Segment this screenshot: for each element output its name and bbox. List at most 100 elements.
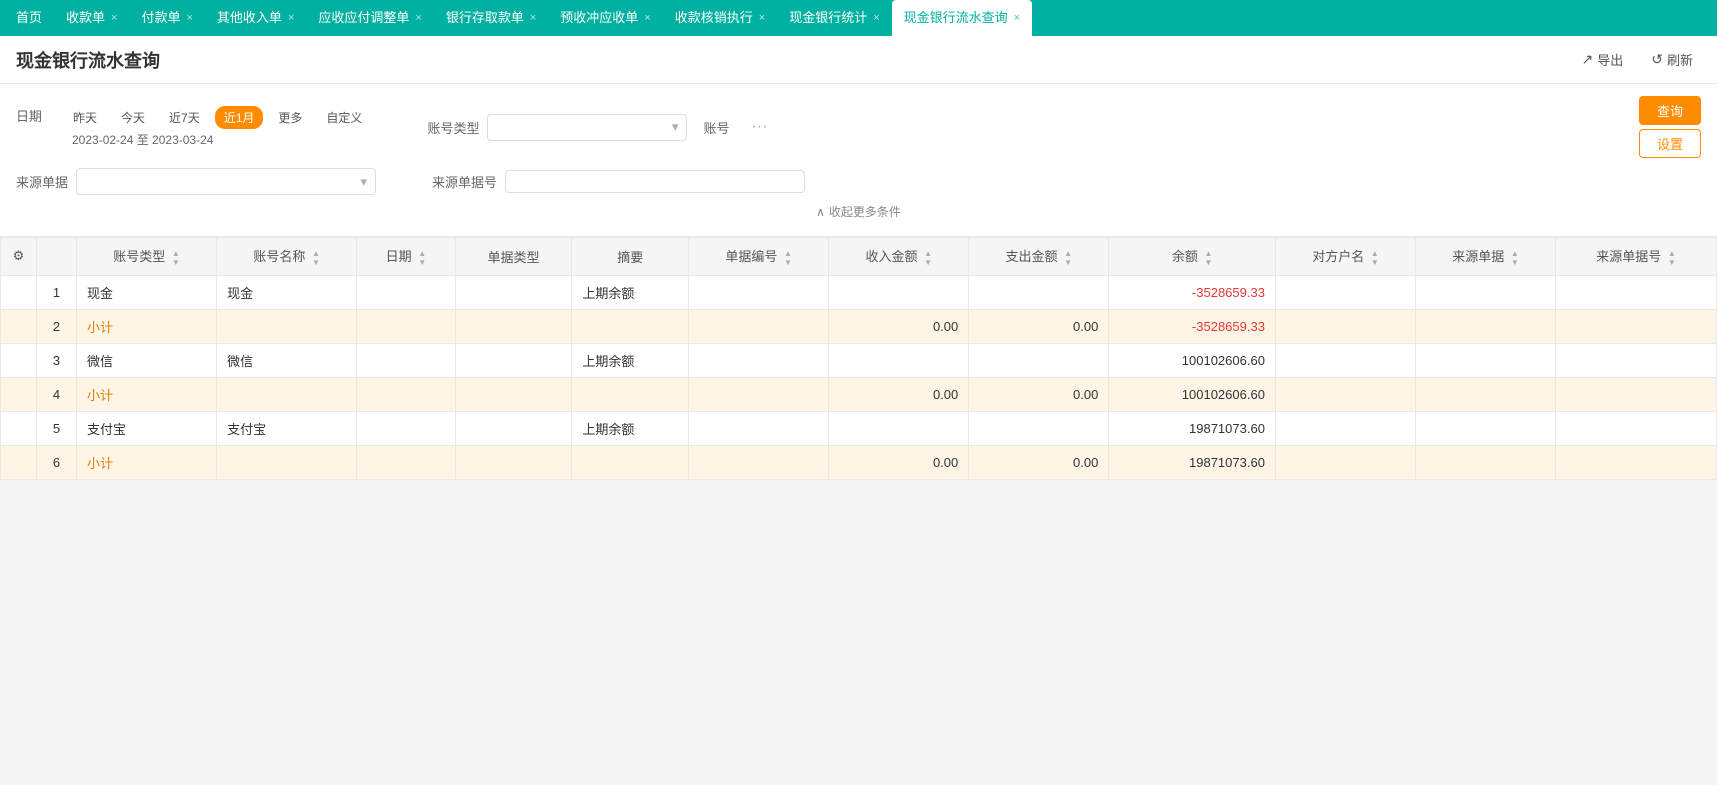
source-doc-select[interactable]: ▾: [76, 168, 376, 195]
col-summary: 摘要: [572, 238, 689, 276]
cell-date: [357, 377, 455, 411]
date-yesterday[interactable]: 昨天: [64, 106, 106, 129]
close-icon[interactable]: ×: [415, 0, 421, 36]
collapse-up-icon: ∧: [816, 205, 825, 219]
account-more-button[interactable]: ···: [751, 118, 767, 136]
col-doc-no[interactable]: 单据编号 ▲▼: [689, 238, 829, 276]
cell-doc-type: [455, 377, 572, 411]
date-1month[interactable]: 近1月: [215, 106, 264, 129]
cell-doc-no: [689, 343, 829, 377]
cell-account-name: [217, 377, 357, 411]
date-today[interactable]: 今天: [112, 106, 154, 129]
row-gear: [1, 343, 37, 377]
cell-source-doc-no: [1556, 377, 1717, 411]
close-icon[interactable]: ×: [759, 0, 765, 36]
col-income[interactable]: 收入金额 ▲▼: [829, 238, 969, 276]
cell-balance: 19871073.60: [1109, 411, 1276, 445]
nav-home[interactable]: 首页: [4, 0, 54, 36]
page-title: 现金银行流水查询: [16, 47, 160, 73]
row-index: 6: [37, 445, 77, 479]
cell-source-doc: [1416, 343, 1556, 377]
cell-account-name: 支付宝: [217, 411, 357, 445]
close-icon[interactable]: ×: [111, 0, 117, 36]
close-icon[interactable]: ×: [288, 0, 294, 36]
gear-icon: ⚙: [13, 248, 25, 263]
row-gear: [1, 445, 37, 479]
export-icon: ↗: [1582, 51, 1594, 68]
cell-source-doc-no: [1556, 309, 1717, 343]
cell-account-name: 现金: [217, 275, 357, 309]
refresh-button[interactable]: ↺ 刷新: [1643, 46, 1701, 73]
account-filter: 账号 ···: [703, 118, 767, 137]
col-date[interactable]: 日期 ▲▼: [357, 238, 455, 276]
export-button[interactable]: ↗ 导出: [1574, 46, 1632, 73]
source-doc-no-label: 来源单据号: [432, 172, 497, 191]
nav-payment[interactable]: 付款单 ×: [129, 0, 204, 36]
close-icon[interactable]: ×: [1014, 0, 1020, 36]
source-doc-label: 来源单据: [16, 172, 68, 191]
close-icon[interactable]: ×: [873, 0, 879, 36]
source-doc-no-input[interactable]: [505, 170, 805, 193]
account-type-filter: 账号类型 ▾: [427, 114, 687, 141]
cell-account-name: [217, 309, 357, 343]
nav-flow-query[interactable]: 现金银行流水查询 ×: [892, 0, 1032, 36]
cell-income: 0.00: [829, 445, 969, 479]
date-range-display: 2023-02-24 至 2023-03-24: [72, 131, 371, 148]
row-index: 2: [37, 309, 77, 343]
col-source-doc[interactable]: 来源单据 ▲▼: [1416, 238, 1556, 276]
filter-row-2: 来源单据 ▾ 来源单据号: [16, 168, 1701, 195]
account-type-select[interactable]: ▾: [487, 114, 687, 141]
nav-verify[interactable]: 收款核销执行 ×: [663, 0, 777, 36]
close-icon[interactable]: ×: [186, 0, 192, 36]
col-counterpart[interactable]: 对方户名 ▲▼: [1275, 238, 1415, 276]
nav-other-income[interactable]: 其他收入单 ×: [205, 0, 306, 36]
cell-date: [357, 445, 455, 479]
table-row: 2 小计 0.00 0.00 -3528659.33: [1, 309, 1717, 343]
col-source-doc-no[interactable]: 来源单据号 ▲▼: [1556, 238, 1717, 276]
cell-account-type: 小计: [77, 309, 217, 343]
cell-summary: [572, 445, 689, 479]
cell-expense: 0.00: [969, 377, 1109, 411]
nav-bank[interactable]: 银行存取款单 ×: [434, 0, 548, 36]
cell-doc-no: [689, 411, 829, 445]
cell-doc-type: [455, 343, 572, 377]
date-more[interactable]: 更多: [269, 106, 311, 129]
page-header: 现金银行流水查询 ↗ 导出 ↺ 刷新: [0, 36, 1717, 84]
cell-source-doc: [1416, 309, 1556, 343]
cell-source-doc: [1416, 377, 1556, 411]
cell-account-name: 微信: [217, 343, 357, 377]
nav-receipt[interactable]: 收款单 ×: [54, 0, 129, 36]
cell-income: [829, 343, 969, 377]
nav-pre-collection[interactable]: 预收冲应收单 ×: [548, 0, 662, 36]
settings-button[interactable]: 设置: [1639, 129, 1701, 158]
col-gear[interactable]: ⚙: [1, 238, 37, 276]
query-button[interactable]: 查询: [1639, 96, 1701, 125]
nav-stats[interactable]: 现金银行统计 ×: [777, 0, 891, 36]
close-icon[interactable]: ×: [644, 0, 650, 36]
cell-expense: [969, 411, 1109, 445]
sort-icon: ▲▼: [312, 249, 320, 267]
cell-doc-no: [689, 309, 829, 343]
cell-doc-type: [455, 445, 572, 479]
cell-source-doc-no: [1556, 411, 1717, 445]
cell-counterpart: [1275, 343, 1415, 377]
nav-adjust[interactable]: 应收应付调整单 ×: [306, 0, 433, 36]
cell-source-doc-no: [1556, 343, 1717, 377]
table-header-row: ⚙ 账号类型 ▲▼ 账号名称 ▲▼ 日期 ▲▼ 单据类型: [1, 238, 1717, 276]
date-custom[interactable]: 自定义: [317, 106, 371, 129]
row-gear: [1, 309, 37, 343]
cell-expense: 0.00: [969, 309, 1109, 343]
collapse-bar[interactable]: ∧ 收起更多条件: [16, 199, 1701, 224]
col-account-name[interactable]: 账号名称 ▲▼: [217, 238, 357, 276]
cell-balance: 100102606.60: [1109, 377, 1276, 411]
sort-icon: ▲▼: [1205, 249, 1213, 267]
sort-icon: ▲▼: [784, 249, 792, 267]
date-7days[interactable]: 近7天: [160, 106, 209, 129]
cell-counterpart: [1275, 275, 1415, 309]
col-account-type[interactable]: 账号类型 ▲▼: [77, 238, 217, 276]
table-container: ⚙ 账号类型 ▲▼ 账号名称 ▲▼ 日期 ▲▼ 单据类型: [0, 237, 1717, 480]
cell-expense: 0.00: [969, 445, 1109, 479]
close-icon[interactable]: ×: [530, 0, 536, 36]
col-balance[interactable]: 余额 ▲▼: [1109, 238, 1276, 276]
col-expense[interactable]: 支出金额 ▲▼: [969, 238, 1109, 276]
